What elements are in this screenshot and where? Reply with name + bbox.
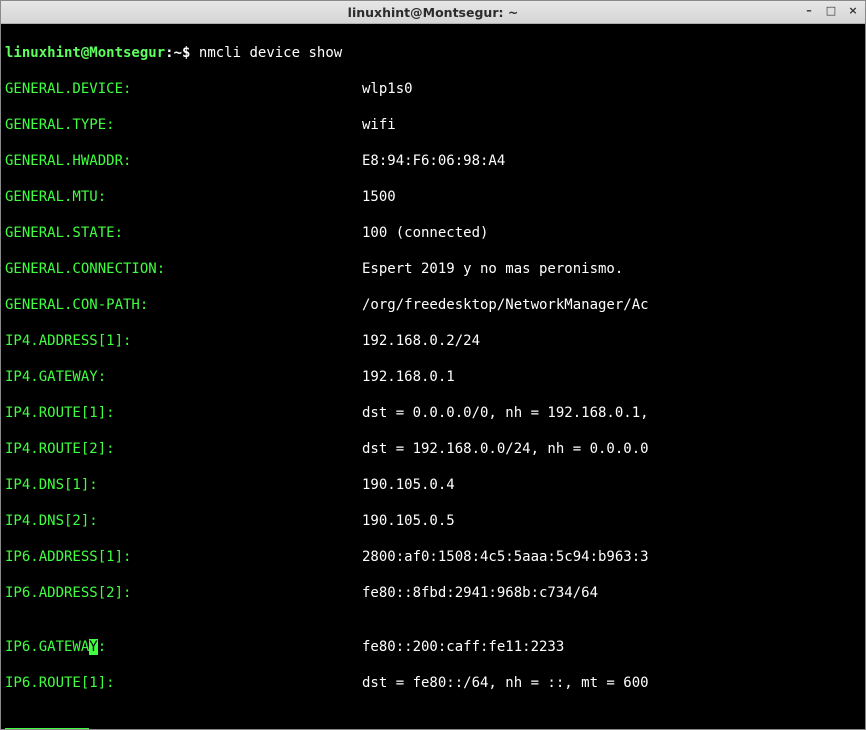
kv-label: IP6.ADDRESS[2]: [5, 584, 362, 602]
window-title: linuxhint@Montsegur: ~ [1, 5, 865, 20]
kv-label: GENERAL.CON-PATH: [5, 296, 362, 314]
kv-row: GENERAL.MTU:1500 [5, 188, 861, 206]
kv-label: GENERAL.MTU: [5, 188, 362, 206]
prompt-dollar: $ [182, 44, 199, 62]
terminal-window: linuxhint@Montsegur: ~ – □ × linuxhint@M… [0, 0, 866, 730]
kv-row: IP4.DNS[2]:190.105.0.5 [5, 512, 861, 530]
kv-label: GENERAL.DEVICE: [5, 80, 362, 98]
kv-label: GENERAL.TYPE: [5, 116, 362, 134]
pager-status: lines 1-17 [5, 728, 89, 729]
kv-label: IP6.ROUTE[1]: [5, 674, 362, 692]
close-icon[interactable]: × [845, 3, 861, 17]
prompt-colon: : [165, 44, 173, 62]
window-controls: – □ × [801, 3, 861, 17]
kv-row: IP4.ROUTE[1]:dst = 0.0.0.0/0, nh = 192.1… [5, 404, 861, 422]
kv-label: GENERAL.CONNECTION: [5, 260, 362, 278]
kv-value: 190.105.0.5 [362, 512, 455, 530]
kv-row: IP4.ROUTE[2]:dst = 192.168.0.0/24, nh = … [5, 440, 861, 458]
kv-label: IP6.ADDRESS[1]: [5, 548, 362, 566]
kv-label: IP4.DNS[2]: [5, 512, 362, 530]
kv-row: IP4.DNS[1]:190.105.0.4 [5, 476, 861, 494]
kv-row: IP6.GATEWAY:fe80::200:caff:fe11:2233 [5, 638, 861, 656]
kv-value: 192.168.0.2/24 [362, 332, 480, 350]
kv-label: IP4.DNS[1]: [5, 476, 362, 494]
kv-label: IP6.GATEWAY: [5, 638, 362, 656]
kv-row: GENERAL.CONNECTION:Espert 2019 y no mas … [5, 260, 861, 278]
kv-value: 190.105.0.4 [362, 476, 455, 494]
kv-value: fe80::200:caff:fe11:2233 [362, 638, 564, 656]
kv-label: GENERAL.STATE: [5, 224, 362, 242]
titlebar[interactable]: linuxhint@Montsegur: ~ – □ × [1, 1, 865, 24]
maximize-icon[interactable]: □ [823, 3, 839, 17]
kv-row: IP4.ADDRESS[1]:192.168.0.2/24 [5, 332, 861, 350]
kv-value: Espert 2019 y no mas peronismo. [362, 260, 623, 278]
kv-value: dst = 0.0.0.0/0, nh = 192.168.0.1, [362, 404, 649, 422]
kv-label: IP4.ADDRESS[1]: [5, 332, 362, 350]
kv-value: 1500 [362, 188, 396, 206]
prompt-cwd: ~ [174, 44, 182, 62]
minimize-icon[interactable]: – [801, 3, 817, 17]
kv-row: GENERAL.TYPE:wifi [5, 116, 861, 134]
kv-row: IP4.GATEWAY:192.168.0.1 [5, 368, 861, 386]
kv-value: dst = 192.168.0.0/24, nh = 0.0.0.0 [362, 440, 649, 458]
prompt-command: nmcli device show [199, 44, 342, 62]
kv-label: GENERAL.HWADDR: [5, 152, 362, 170]
pager-rest: ...skipping... [89, 728, 207, 729]
prompt-line: linuxhint@Montsegur:~$ nmcli device show [5, 44, 861, 62]
kv-row: GENERAL.HWADDR:E8:94:F6:06:98:A4 [5, 152, 861, 170]
kv-label: IP4.ROUTE[1]: [5, 404, 362, 422]
kv-value: 100 (connected) [362, 224, 488, 242]
kv-label: IP4.ROUTE[2]: [5, 440, 362, 458]
kv-value: wifi [362, 116, 396, 134]
pager-line: lines 1-17...skipping... [5, 728, 861, 729]
kv-value: /org/freedesktop/NetworkManager/Ac [362, 296, 649, 314]
kv-value: dst = fe80::/64, nh = ::, mt = 600 [362, 674, 649, 692]
kv-row: IP6.ADDRESS[1]:2800:af0:1508:4c5:5aaa:5c… [5, 548, 861, 566]
kv-value: 2800:af0:1508:4c5:5aaa:5c94:b963:3 [362, 548, 649, 566]
prompt-user-host: linuxhint@Montsegur [5, 44, 165, 62]
kv-row: IP6.ROUTE[1]:dst = fe80::/64, nh = ::, m… [5, 674, 861, 692]
text-cursor: Y [89, 639, 97, 655]
kv-value: fe80::8fbd:2941:968b:c734/64 [362, 584, 598, 602]
kv-value: E8:94:F6:06:98:A4 [362, 152, 505, 170]
kv-row: GENERAL.DEVICE:wlp1s0 [5, 80, 861, 98]
kv-row: GENERAL.CON-PATH:/org/freedesktop/Networ… [5, 296, 861, 314]
kv-value: wlp1s0 [362, 80, 413, 98]
kv-row: IP6.ADDRESS[2]:fe80::8fbd:2941:968b:c734… [5, 584, 861, 602]
kv-value: 192.168.0.1 [362, 368, 455, 386]
terminal-viewport[interactable]: linuxhint@Montsegur:~$ nmcli device show… [1, 24, 865, 729]
kv-row: GENERAL.STATE:100 (connected) [5, 224, 861, 242]
kv-label: IP4.GATEWAY: [5, 368, 362, 386]
